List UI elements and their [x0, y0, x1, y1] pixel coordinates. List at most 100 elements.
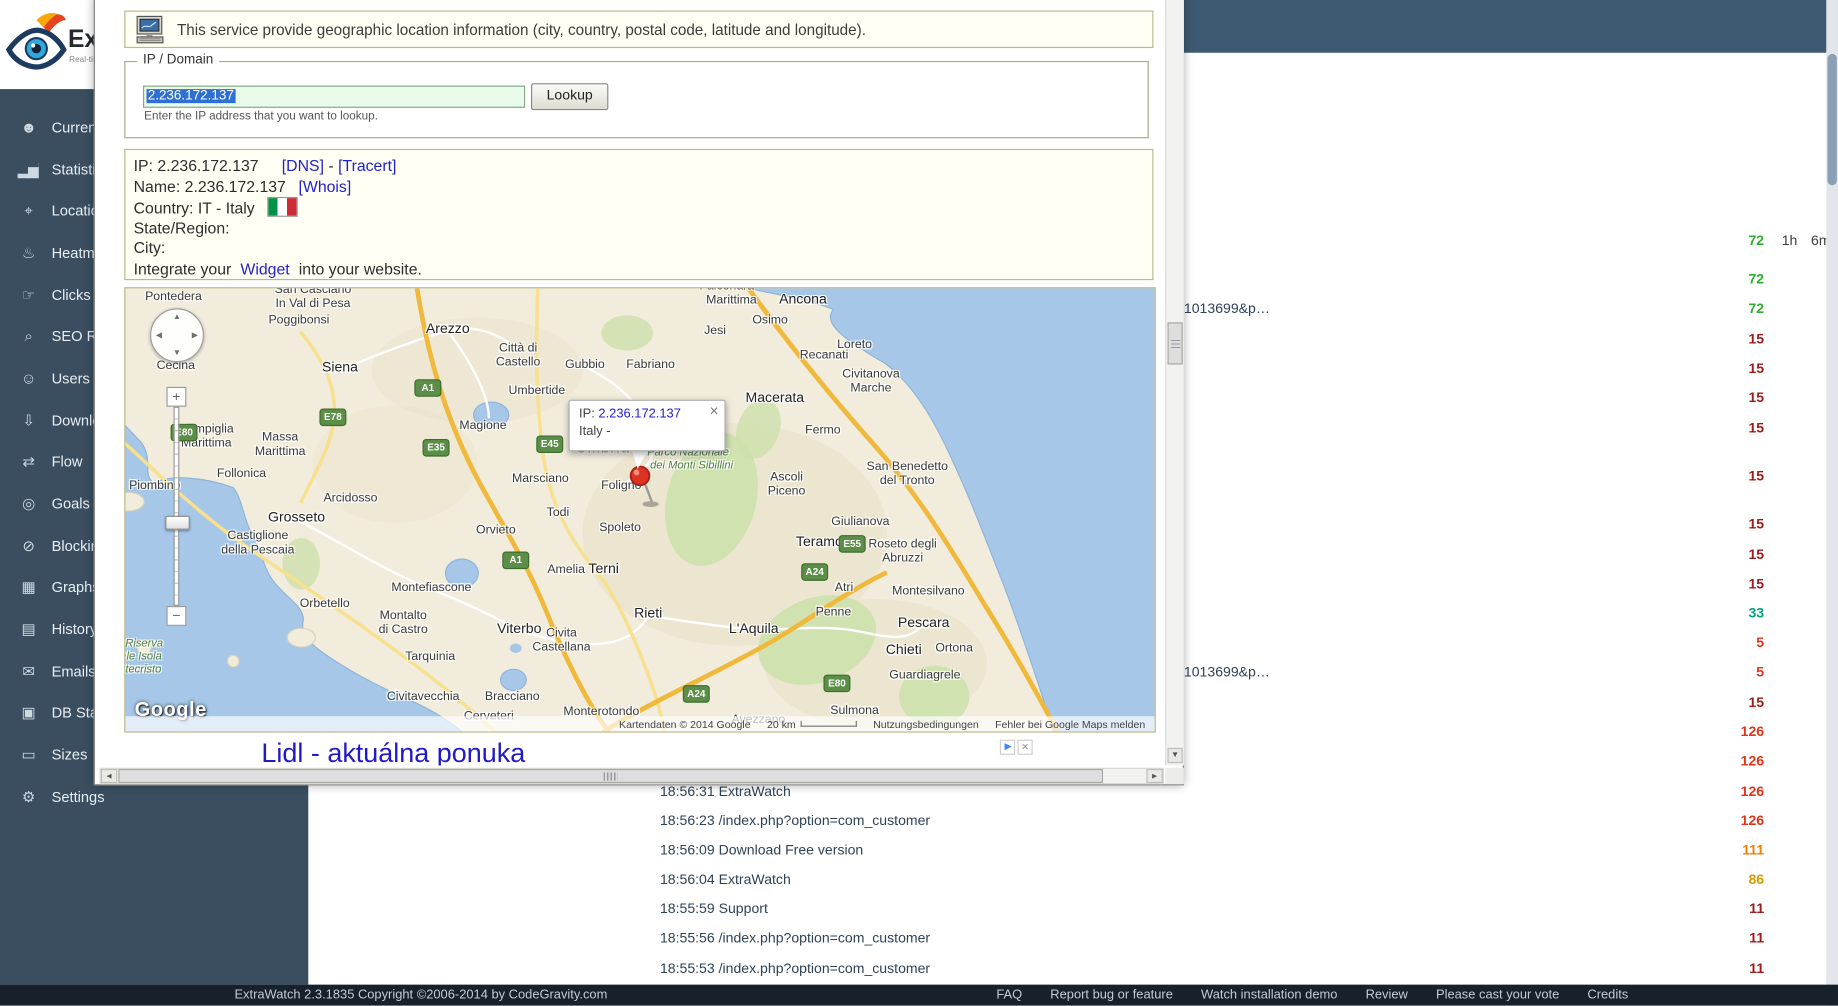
- map-label: Ancona: [779, 290, 827, 308]
- infowindow-ip-link[interactable]: 2.236.172.137: [598, 407, 680, 421]
- table-row[interactable]: 18:56:23 /index.php?option=com_customer 1…: [660, 805, 1838, 835]
- page-scrollbar[interactable]: [1826, 0, 1838, 1006]
- map-label: Grosseto: [268, 508, 326, 526]
- lookup-result-box: IP: 2.236.172.137 [DNS] - [Tracert] Name…: [124, 148, 1154, 281]
- dialog-vertical-scrollbar[interactable]: ▼: [1165, 0, 1184, 766]
- map-label: Umbertide: [508, 383, 566, 398]
- table-row[interactable]: 18:55:56 /index.php?option=com_customer 1…: [660, 923, 1838, 953]
- ip-domain-input[interactable]: 2.236.172.137: [143, 85, 526, 108]
- map-label: Siena: [321, 358, 358, 376]
- row-count: 72: [1748, 300, 1765, 317]
- map-label: Civita: [546, 625, 577, 641]
- italy-flag-icon: [267, 196, 298, 217]
- google-map[interactable]: LivornoPontederaSan CascianoIn Val di Pe…: [124, 287, 1156, 733]
- scroll-left-button[interactable]: ◄: [100, 768, 118, 784]
- pan-down-icon[interactable]: ▼: [173, 349, 181, 357]
- road-shield: E78: [319, 408, 347, 427]
- map-label: Amelia: [547, 562, 585, 577]
- map-label: Castello: [495, 355, 541, 370]
- map-label: Spoleto: [599, 520, 641, 535]
- row-count: 33: [1748, 604, 1765, 622]
- map-label: Rieti: [634, 604, 663, 622]
- pan-left-icon[interactable]: ◀: [156, 331, 162, 340]
- row-count: 126: [1740, 752, 1765, 769]
- ad-headline-link[interactable]: Lidl - aktuálna ponuka: [261, 737, 525, 765]
- result-ip-line: IP: 2.236.172.137 [DNS] - [Tracert]: [134, 156, 1153, 177]
- map-label: San Casciano: [274, 287, 352, 297]
- lookup-button[interactable]: Lookup: [531, 83, 609, 111]
- table-row[interactable]: 18:56:09 Download Free version 111: [660, 835, 1838, 865]
- map-attribution-bar: Kartendaten © 2014 Google 20 km Nutzungs…: [125, 716, 1155, 732]
- widget-link[interactable]: Widget: [240, 260, 289, 278]
- ad-close-button[interactable]: ✕: [1017, 739, 1033, 755]
- footer-link-watch-installation-demo[interactable]: Watch installation demo: [1201, 988, 1337, 1002]
- table-row[interactable]: 18:55:53 /index.php?option=com_customer 1…: [660, 953, 1838, 983]
- adchoices-icon[interactable]: [999, 739, 1016, 755]
- ip-value: 2.236.172.137: [157, 157, 259, 175]
- row-duration-hours: 1h: [1781, 232, 1798, 249]
- road-shield: A24: [682, 685, 710, 703]
- zoom-slider-handle[interactable]: [165, 515, 190, 530]
- map-label: Civitanova: [842, 366, 900, 381]
- zoom-out-button[interactable]: −: [166, 606, 187, 626]
- page-scrollbar-thumb[interactable]: [1827, 53, 1837, 186]
- map-label: Atri: [834, 580, 854, 595]
- map-label: Terni: [588, 560, 619, 577]
- row-title[interactable]: 18:55:53 /index.php?option=com_customer: [660, 960, 930, 976]
- scroll-right-button[interactable]: ►: [1146, 768, 1163, 784]
- terms-link[interactable]: Nutzungsbedingungen: [873, 718, 979, 730]
- map-label: Magione: [459, 418, 507, 433]
- footer-link-please-cast-your-vote[interactable]: Please cast your vote: [1436, 988, 1559, 1002]
- footer-link-faq[interactable]: FAQ: [996, 988, 1022, 1002]
- row-count: 126: [1740, 723, 1765, 740]
- row-title[interactable]: 18:55:56 /index.php?option=com_customer: [660, 930, 930, 946]
- dialog-horizontal-scrollbar[interactable]: ◄ ►: [99, 767, 1164, 785]
- map-pan-control[interactable]: ▲ ▼ ◀ ▶: [150, 308, 204, 363]
- row-count: 5: [1756, 663, 1765, 680]
- infowindow-ip-label: IP:: [579, 406, 595, 421]
- table-row[interactable]: 18:56:04 ExtraWatch 86: [660, 864, 1838, 894]
- row-count: 15: [1748, 419, 1765, 437]
- map-label: Roseto degli: [868, 536, 937, 551]
- name-label: Name:: [133, 177, 181, 196]
- footer-link-credits[interactable]: Credits: [1587, 988, 1628, 1002]
- map-label: Riserva: [125, 637, 164, 650]
- row-count: 15: [1748, 693, 1765, 711]
- row-title[interactable]: 18:56:09 Download Free version: [660, 842, 863, 858]
- map-label: Fabriano: [626, 357, 675, 372]
- dns-link[interactable]: [DNS]: [282, 157, 324, 175]
- horizontal-scrollbar-thumb[interactable]: [118, 768, 1104, 784]
- report-map-error-link[interactable]: Fehler bei Google Maps melden: [995, 718, 1145, 730]
- map-label: ontecristo: [125, 662, 162, 676]
- row-title-overflow: 1013699&p…: [1183, 663, 1270, 680]
- row-title[interactable]: 18:56:04 ExtraWatch: [660, 871, 791, 887]
- scroll-down-button[interactable]: ▼: [1167, 747, 1183, 764]
- fieldset-legend: IP / Domain: [137, 52, 220, 67]
- close-infowindow-button[interactable]: ×: [710, 402, 719, 420]
- map-scale: 20 km: [767, 718, 857, 730]
- map-label: Arcidosso: [323, 491, 378, 506]
- road-shield: A1: [502, 551, 530, 570]
- row-title[interactable]: 18:55:59 Support: [660, 900, 768, 916]
- extrawatch-app: ☻Current▂▅▇Statistics⌖Locations♨Heatmap☞…: [0, 0, 1838, 1006]
- road-shield: E80: [823, 674, 851, 693]
- pan-right-icon[interactable]: ▶: [192, 331, 198, 340]
- ip-domain-fieldset: IP / Domain 2.236.172.137 Lookup Enter t…: [124, 52, 1149, 139]
- map-label: Abruzzi: [882, 550, 924, 565]
- row-title[interactable]: 18:56:31 ExtraWatch: [660, 783, 791, 799]
- map-label: Tarquinia: [405, 649, 456, 664]
- pan-up-icon[interactable]: ▲: [173, 313, 181, 321]
- footer-link-review[interactable]: Review: [1366, 988, 1408, 1002]
- whois-link[interactable]: [Whois]: [298, 178, 351, 196]
- result-integrate-line: Integrate your Widget into your website.: [134, 258, 1153, 279]
- scrollbar-corner: [1165, 767, 1184, 785]
- row-title[interactable]: 18:56:23 /index.php?option=com_customer: [660, 812, 930, 828]
- zoom-in-button[interactable]: +: [166, 386, 187, 407]
- map-label: Orbetello: [299, 596, 350, 611]
- tracert-link[interactable]: [Tracert]: [338, 157, 396, 175]
- integrate-pre-text: Integrate your: [133, 259, 232, 278]
- zoom-slider-track[interactable]: [173, 406, 180, 607]
- table-row[interactable]: 18:55:59 Support 11: [660, 893, 1838, 923]
- vertical-scrollbar-thumb[interactable]: [1167, 322, 1183, 365]
- footer-link-report-bug-or-feature[interactable]: Report bug or feature: [1050, 988, 1173, 1002]
